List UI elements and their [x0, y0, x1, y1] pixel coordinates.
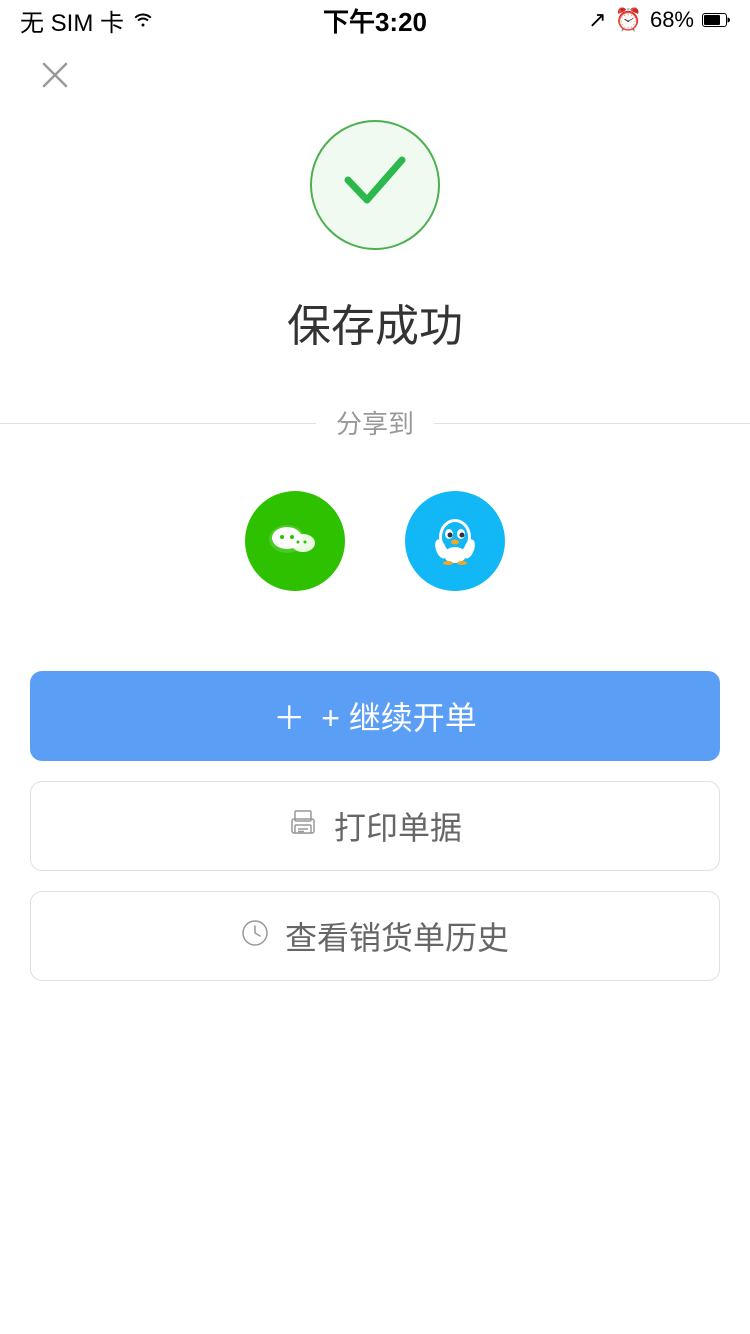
- status-bar: 无 SIM 卡 下午3:20 ↗ ⏰ 68%: [0, 0, 750, 40]
- plus-icon: ＋: [273, 693, 305, 739]
- action-buttons: ＋ + 继续开单 打印单据: [30, 671, 720, 981]
- battery-icon: [702, 7, 730, 33]
- clock-icon: [241, 918, 269, 955]
- printer-icon: [288, 808, 318, 845]
- wechat-share-button[interactable]: [245, 491, 345, 591]
- battery-text: 68%: [650, 7, 694, 33]
- continue-button[interactable]: ＋ + 继续开单: [30, 671, 720, 761]
- success-indicator: [310, 120, 440, 250]
- wifi-icon: [132, 6, 154, 34]
- no-sim-text: 无 SIM 卡: [20, 3, 124, 38]
- close-button[interactable]: [30, 50, 80, 100]
- share-label: 分享到: [316, 404, 434, 441]
- wechat-icon: [265, 511, 325, 571]
- history-button[interactable]: 查看销货单历史: [30, 891, 720, 981]
- qq-share-button[interactable]: [405, 491, 505, 591]
- share-section: 分享到: [0, 404, 750, 441]
- close-icon: [40, 60, 70, 90]
- location-icon: ↗: [588, 7, 606, 33]
- qq-icon: [425, 511, 485, 571]
- status-left: 无 SIM 卡: [20, 3, 154, 38]
- alarm-icon: ⏰: [615, 7, 642, 33]
- history-label: 查看销货单历史: [285, 913, 509, 959]
- status-time: 下午3:20: [323, 2, 427, 39]
- continue-label: + 继续开单: [321, 693, 477, 739]
- print-label: 打印单据: [334, 803, 462, 849]
- success-title: 保存成功: [287, 290, 463, 354]
- status-right: ↗ ⏰ 68%: [588, 7, 730, 33]
- share-icons-group: [245, 491, 505, 591]
- checkmark-icon: [340, 150, 410, 220]
- print-button[interactable]: 打印单据: [30, 781, 720, 871]
- main-content: 保存成功 分享到: [0, 40, 750, 981]
